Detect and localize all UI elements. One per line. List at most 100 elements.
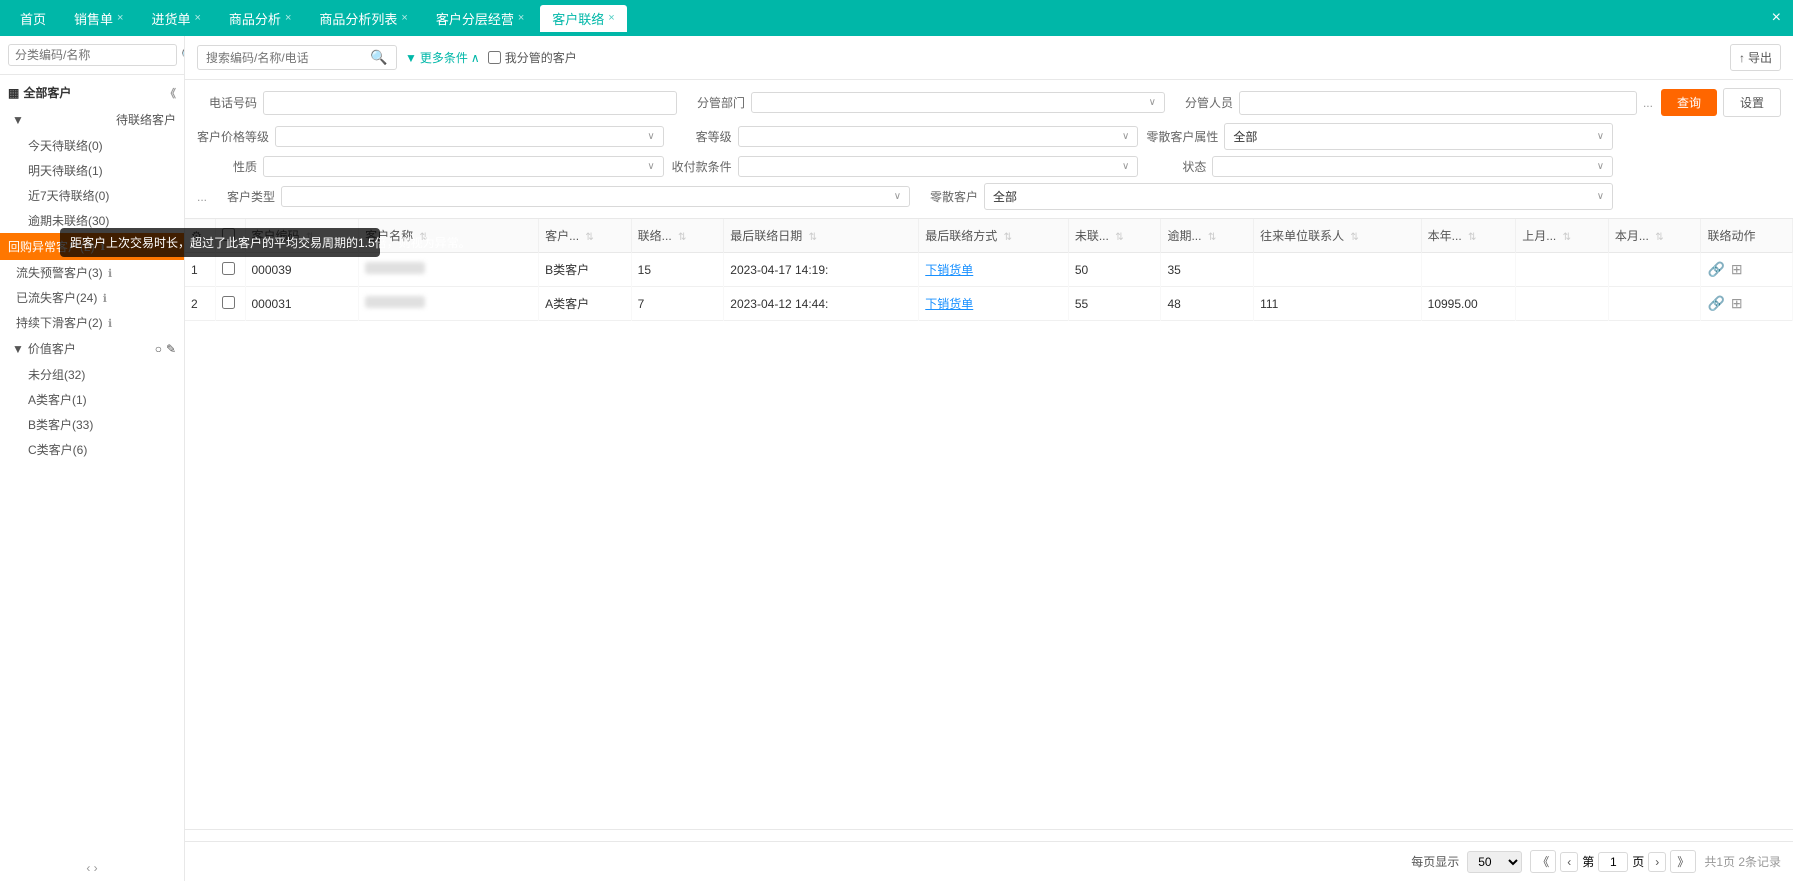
nav-purchase-close[interactable]: × bbox=[194, 12, 200, 24]
sort-icon-last-month[interactable]: ⇅ bbox=[1563, 232, 1571, 243]
sidebar-item-continuous-down[interactable]: 持续下滑客户(2) ℹ bbox=[0, 310, 184, 335]
row2-checkbox[interactable] bbox=[222, 296, 235, 309]
toolbar-search-icon[interactable]: 🔍 bbox=[370, 49, 387, 66]
gender-select[interactable]: ∨ bbox=[263, 156, 664, 177]
status-arrow: ∨ bbox=[1597, 161, 1604, 172]
prev-page-btn[interactable]: ‹ bbox=[1560, 852, 1578, 872]
sidebar-item-a-class[interactable]: A类客户(1) bbox=[0, 387, 184, 412]
sidebar-item-lost-preview[interactable]: 流失预警客户(3) ℹ bbox=[0, 260, 184, 285]
filter-price-level: 客户价格等级 ∨ bbox=[197, 126, 664, 147]
th-this-month: 本月... ⇅ bbox=[1608, 219, 1701, 253]
value-customer-header[interactable]: ▼ 价值客户 ○ ✎ bbox=[0, 335, 184, 362]
row1-last-method[interactable]: 下销货单 bbox=[919, 253, 1069, 287]
row2-grid-icon[interactable]: ⊞ bbox=[1731, 295, 1743, 312]
nav-customer-tier[interactable]: 客户分层经营 × bbox=[424, 5, 536, 32]
nav-sales[interactable]: 销售单 × bbox=[62, 5, 135, 32]
retail-attr-select[interactable]: 全部 ∨ bbox=[1224, 123, 1613, 150]
sidebar-all-customers[interactable]: ▦ 全部客户 《 bbox=[0, 79, 184, 106]
my-customer-checkbox[interactable] bbox=[488, 51, 501, 64]
filter-status: 状态 ∨ bbox=[1146, 156, 1613, 177]
row2-this-month bbox=[1608, 287, 1701, 321]
nav-purchase[interactable]: 进货单 × bbox=[139, 5, 212, 32]
customer-level-select[interactable]: ∨ bbox=[738, 126, 1139, 147]
horizontal-scrollbar[interactable] bbox=[185, 829, 1793, 841]
nav-analysis-list[interactable]: 商品分析列表 × bbox=[307, 5, 419, 32]
row1-checkbox[interactable] bbox=[222, 262, 235, 275]
nav-home[interactable]: 首页 bbox=[8, 5, 58, 32]
sort-icon-contact-count[interactable]: ⇅ bbox=[678, 232, 686, 243]
person-input[interactable] bbox=[1239, 91, 1637, 115]
nav-sales-close[interactable]: × bbox=[117, 12, 123, 24]
window-close-btn[interactable]: × bbox=[1772, 9, 1781, 27]
more-conditions-link[interactable]: ... bbox=[197, 190, 207, 204]
grid-icon: ▦ bbox=[8, 86, 19, 100]
row2-index: 2 bbox=[185, 287, 215, 321]
sidebar-item-tomorrow[interactable]: 明天待联络(1) bbox=[0, 158, 184, 183]
nav-customer-contact-close[interactable]: × bbox=[608, 12, 614, 24]
edit-icon[interactable]: ✎ bbox=[166, 342, 176, 356]
sidebar-item-7days[interactable]: 近7天待联络(0) bbox=[0, 183, 184, 208]
status-select[interactable]: ∨ bbox=[1212, 156, 1613, 177]
pending-contact-header[interactable]: ▼ 待联络客户 bbox=[0, 106, 184, 133]
next-page-btn[interactable]: › bbox=[1648, 852, 1666, 872]
sidebar-item-b-class[interactable]: B类客户(33) bbox=[0, 412, 184, 437]
dept-select[interactable]: ∨ bbox=[751, 92, 1165, 113]
page-size-select[interactable]: 50 20 100 bbox=[1467, 851, 1522, 873]
price-level-select[interactable]: ∨ bbox=[275, 126, 664, 147]
payment-select[interactable]: ∨ bbox=[738, 156, 1139, 177]
page-input[interactable] bbox=[1598, 852, 1628, 872]
payment-arrow: ∨ bbox=[1122, 161, 1129, 172]
nav-customer-contact[interactable]: 客户联络 × bbox=[540, 5, 626, 32]
collapse-sidebar-icon[interactable]: 《 bbox=[165, 85, 176, 101]
row2-last-month bbox=[1516, 287, 1609, 321]
sort-icon-contact-person[interactable]: ⇅ bbox=[1350, 232, 1358, 243]
dept-arrow: ∨ bbox=[1149, 97, 1156, 108]
sidebar-item-c-class[interactable]: C类客户(6) bbox=[0, 437, 184, 462]
row2-link-icon[interactable]: 🔗 bbox=[1707, 295, 1724, 312]
th-this-year: 本年... ⇅ bbox=[1421, 219, 1516, 253]
row1-checkbox-cell[interactable] bbox=[215, 253, 245, 287]
my-customer-checkbox-area[interactable]: 我分管的客户 bbox=[488, 49, 577, 66]
retail-select[interactable]: 全部 ∨ bbox=[984, 183, 1613, 210]
nav-customer-tier-close[interactable]: × bbox=[518, 12, 524, 24]
row1-link-icon[interactable]: 🔗 bbox=[1707, 261, 1724, 278]
phone-input[interactable] bbox=[263, 91, 677, 115]
filter-row-2: 客户价格等级 ∨ 客等级 ∨ 零散客户属性 全部 bbox=[197, 123, 1781, 150]
first-page-btn[interactable]: 《 bbox=[1530, 850, 1556, 873]
row1-action-icons: 🔗 ⊞ bbox=[1707, 261, 1786, 278]
sort-icon-this-month[interactable]: ⇅ bbox=[1655, 232, 1663, 243]
sidebar-item-already-lost[interactable]: 已流失客户(24) ℹ bbox=[0, 285, 184, 310]
person-more-btn[interactable]: ... bbox=[1643, 96, 1653, 110]
sidebar-tree: ▦ 全部客户 《 ▼ 待联络客户 今天待联络(0) 明天待联络(1) bbox=[0, 75, 184, 855]
nav-analysis-list-close[interactable]: × bbox=[401, 12, 407, 24]
setting-button[interactable]: 设置 bbox=[1723, 88, 1781, 117]
row2-checkbox-cell[interactable] bbox=[215, 287, 245, 321]
sort-icon-no-contact[interactable]: ⇅ bbox=[1115, 232, 1123, 243]
top-nav: 首页 销售单 × 进货单 × 商品分析 × 商品分析列表 × 客户分层经营 × … bbox=[0, 0, 1793, 36]
search-input[interactable] bbox=[206, 51, 366, 65]
row2-last-method[interactable]: 下销货单 bbox=[919, 287, 1069, 321]
row1-grid-icon[interactable]: ⊞ bbox=[1731, 261, 1743, 278]
last-page-btn[interactable]: 》 bbox=[1670, 850, 1696, 873]
nav-analysis-close[interactable]: × bbox=[285, 12, 291, 24]
more-filter-btn[interactable]: ▼ 更多条件 ∧ bbox=[405, 49, 480, 66]
sidebar-item-ungroup[interactable]: 未分组(32) bbox=[0, 362, 184, 387]
sort-icon-level[interactable]: ⇅ bbox=[585, 232, 593, 243]
sort-icon-last-method[interactable]: ⇅ bbox=[1004, 232, 1012, 243]
query-button[interactable]: 查询 bbox=[1661, 89, 1717, 116]
th-level: 客户... ⇅ bbox=[539, 219, 632, 253]
circle-icon[interactable]: ○ bbox=[155, 342, 162, 356]
sidebar-item-today[interactable]: 今天待联络(0) bbox=[0, 133, 184, 158]
sort-icon-last-date[interactable]: ⇅ bbox=[809, 232, 817, 243]
sidebar-scroll-down[interactable]: ‹ › bbox=[0, 855, 184, 881]
row1-contact-person bbox=[1254, 253, 1422, 287]
sort-icon-this-year[interactable]: ⇅ bbox=[1468, 232, 1476, 243]
nav-analysis[interactable]: 商品分析 × bbox=[217, 5, 303, 32]
customer-type-select[interactable]: ∨ bbox=[281, 186, 910, 207]
retail-attr-arrow: ∨ bbox=[1597, 131, 1604, 142]
filter-panel: 电话号码 分管部门 ∨ 分管人员 ... 查询 设置 bbox=[185, 80, 1793, 219]
sort-icon-overdue[interactable]: ⇅ bbox=[1208, 232, 1216, 243]
sidebar-search-input[interactable] bbox=[8, 44, 177, 66]
pending-contact-section: ▼ 待联络客户 今天待联络(0) 明天待联络(1) 近7天待联络(0) 逾期未联… bbox=[0, 106, 184, 233]
export-button[interactable]: ↑ 导出 bbox=[1730, 44, 1781, 71]
